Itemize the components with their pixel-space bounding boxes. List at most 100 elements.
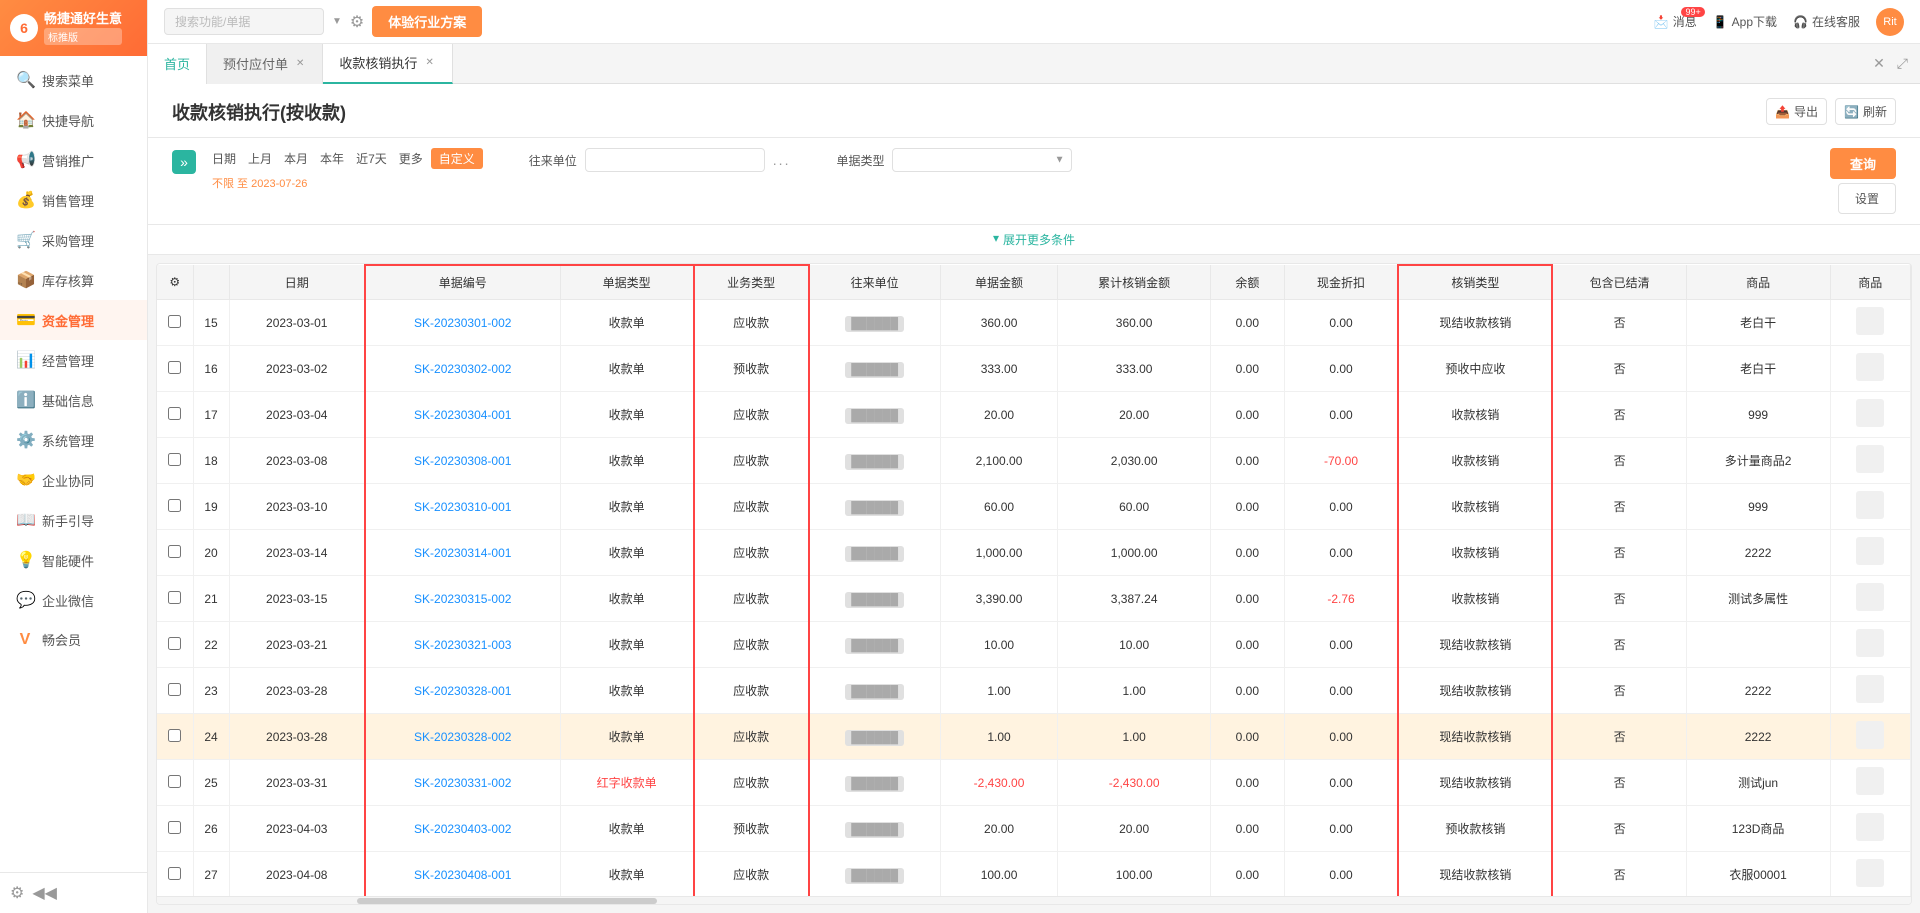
cell-checkbox[interactable] [157, 576, 193, 622]
col-no [193, 265, 229, 300]
app-download-button[interactable]: 📱 App下载 [1713, 13, 1777, 30]
sidebar-item-system[interactable]: ⚙️ 系统管理 [0, 420, 147, 460]
col-balance[interactable]: 余额 [1210, 265, 1284, 300]
cell-voucher-type: 收款单 [560, 346, 694, 392]
scrollbar-thumb[interactable] [357, 898, 657, 904]
col-date[interactable]: 日期 [229, 265, 365, 300]
settings-icon[interactable]: ⚙ [10, 883, 24, 903]
date-this-month-btn[interactable]: 本月 [280, 148, 312, 169]
col-voucher-no[interactable]: 单据编号 [365, 265, 560, 300]
sidebar-item-marketing[interactable]: 📢 营销推广 [0, 140, 147, 180]
partner-input[interactable] [585, 148, 765, 172]
gear-icon[interactable]: ⚙ [350, 12, 364, 32]
query-button[interactable]: 查询 [1830, 148, 1896, 179]
col-verify-type[interactable]: 核销类型 [1398, 265, 1552, 300]
voucher-no-link[interactable]: SK-20230403-002 [414, 822, 511, 836]
voucher-type-select[interactable] [892, 148, 1072, 172]
tab-verify[interactable]: 收款核销执行 ✕ [323, 44, 452, 84]
col-include-settled[interactable]: 包含已结清 [1552, 265, 1686, 300]
sidebar-item-basic[interactable]: ℹ️ 基础信息 [0, 380, 147, 420]
cell-checkbox[interactable] [157, 300, 193, 346]
sidebar-item-finance[interactable]: 💳 资金管理 [0, 300, 147, 340]
cell-partner: ██████ [809, 852, 941, 897]
online-service-button[interactable]: 🎧 在线客服 [1793, 13, 1860, 30]
sidebar-item-operation[interactable]: 📊 经营管理 [0, 340, 147, 380]
refresh-button[interactable]: 🔄 刷新 [1835, 98, 1896, 125]
voucher-no-link[interactable]: SK-20230328-001 [414, 684, 511, 698]
cell-checkbox[interactable] [157, 438, 193, 484]
voucher-type-label: 单据类型 [836, 152, 884, 169]
cell-include-settled: 否 [1552, 484, 1686, 530]
tab-verify-close[interactable]: ✕ [423, 55, 435, 70]
voucher-no-link[interactable]: SK-20230302-002 [414, 362, 511, 376]
sidebar-item-quick[interactable]: 🏠 快捷导航 [0, 100, 147, 140]
sidebar-item-sales[interactable]: 💰 销售管理 [0, 180, 147, 220]
voucher-no-link[interactable]: SK-20230314-001 [414, 546, 511, 560]
cell-checkbox[interactable] [157, 392, 193, 438]
col-amount[interactable]: 单据金额 [940, 265, 1058, 300]
date-7days-btn[interactable]: 近7天 [352, 148, 391, 169]
col-cash-discount[interactable]: 现金折扣 [1284, 265, 1398, 300]
voucher-no-link[interactable]: SK-20230301-002 [414, 316, 511, 330]
horizontal-scrollbar[interactable] [157, 896, 1911, 904]
notice-button[interactable]: 📩 消息 99+ [1654, 13, 1697, 30]
voucher-no-link[interactable]: SK-20230328-002 [414, 730, 511, 744]
tab-expand-icon[interactable]: ⤢ [1893, 51, 1912, 76]
voucher-no-link[interactable]: SK-20230408-001 [414, 868, 511, 882]
cell-checkbox[interactable] [157, 346, 193, 392]
cell-checkbox[interactable] [157, 760, 193, 806]
col-partner[interactable]: 往来单位 [809, 265, 941, 300]
cell-partner: ██████ [809, 714, 941, 760]
col-voucher-type[interactable]: 单据类型 [560, 265, 694, 300]
service-label: 在线客服 [1812, 13, 1860, 30]
sidebar-item-inventory[interactable]: 📦 库存核算 [0, 260, 147, 300]
sidebar-item-hardware[interactable]: 💡 智能硬件 [0, 540, 147, 580]
voucher-no-link[interactable]: SK-20230304-001 [414, 408, 511, 422]
cell-checkbox[interactable] [157, 530, 193, 576]
collapse-icon[interactable]: ◀◀ [32, 883, 57, 903]
cell-checkbox[interactable] [157, 668, 193, 714]
voucher-no-link[interactable]: SK-20230308-001 [414, 454, 511, 468]
date-more-btn[interactable]: 更多 [395, 148, 427, 169]
breadcrumb-search[interactable]: 搜索功能/单据 [164, 8, 324, 35]
tab-home[interactable]: 首页 [148, 44, 207, 84]
tab-prepay[interactable]: 预付应付单 ✕ [207, 44, 323, 84]
table-scroll[interactable]: ⚙ 日期 单据编号 单据类型 业务类型 往来单位 单据金额 累计核销金额 余额 … [157, 264, 1911, 896]
tab-close-all-icon[interactable]: ✕ [1869, 51, 1889, 76]
cell-checkbox[interactable] [157, 484, 193, 530]
filter-partner-row: 往来单位 ... [529, 148, 791, 172]
voucher-no-link[interactable]: SK-20230315-002 [414, 592, 511, 606]
solution-button[interactable]: 体验行业方案 [372, 6, 482, 37]
sidebar-item-guide[interactable]: 📖 新手引导 [0, 500, 147, 540]
dropdown-icon[interactable]: ▼ [332, 16, 342, 27]
export-button[interactable]: 📤 导出 [1766, 98, 1827, 125]
voucher-no-link[interactable]: SK-20230310-001 [414, 500, 511, 514]
col-settings[interactable]: ⚙ [157, 265, 193, 300]
cell-balance: 0.00 [1210, 438, 1284, 484]
col-goods2[interactable]: 商品 [1830, 265, 1911, 300]
col-goods[interactable]: 商品 [1686, 265, 1830, 300]
cell-checkbox[interactable] [157, 806, 193, 852]
sidebar-item-member[interactable]: V 畅会员 [0, 620, 147, 659]
col-biz-type[interactable]: 业务类型 [694, 265, 809, 300]
cell-checkbox[interactable] [157, 622, 193, 668]
voucher-no-link[interactable]: SK-20230321-003 [414, 638, 511, 652]
date-this-year-btn[interactable]: 本年 [316, 148, 348, 169]
cell-checkbox[interactable] [157, 714, 193, 760]
filter-toggle-button[interactable]: » [172, 150, 196, 174]
sidebar-item-enterprise[interactable]: 🤝 企业协同 [0, 460, 147, 500]
voucher-no-link[interactable]: SK-20230331-002 [414, 776, 511, 790]
sidebar-item-search[interactable]: 🔍 搜索菜单 [0, 60, 147, 100]
settings-button[interactable]: 设置 [1838, 183, 1896, 214]
cell-balance: 0.00 [1210, 622, 1284, 668]
cell-checkbox[interactable] [157, 852, 193, 897]
date-custom-btn[interactable]: 自定义 [431, 148, 483, 169]
col-verified-amount[interactable]: 累计核销金额 [1058, 265, 1211, 300]
date-last-month-btn[interactable]: 上月 [244, 148, 276, 169]
topbar-left: 搜索功能/单据 ▼ ⚙ 体验行业方案 [164, 6, 1642, 37]
tab-prepay-close[interactable]: ✕ [294, 56, 306, 71]
sidebar-item-purchase[interactable]: 🛒 采购管理 [0, 220, 147, 260]
filter-expand-btn[interactable]: ▾ 展开更多条件 [148, 225, 1920, 254]
user-avatar[interactable]: Rit [1876, 8, 1904, 36]
sidebar-item-wechat[interactable]: 💬 企业微信 [0, 580, 147, 620]
